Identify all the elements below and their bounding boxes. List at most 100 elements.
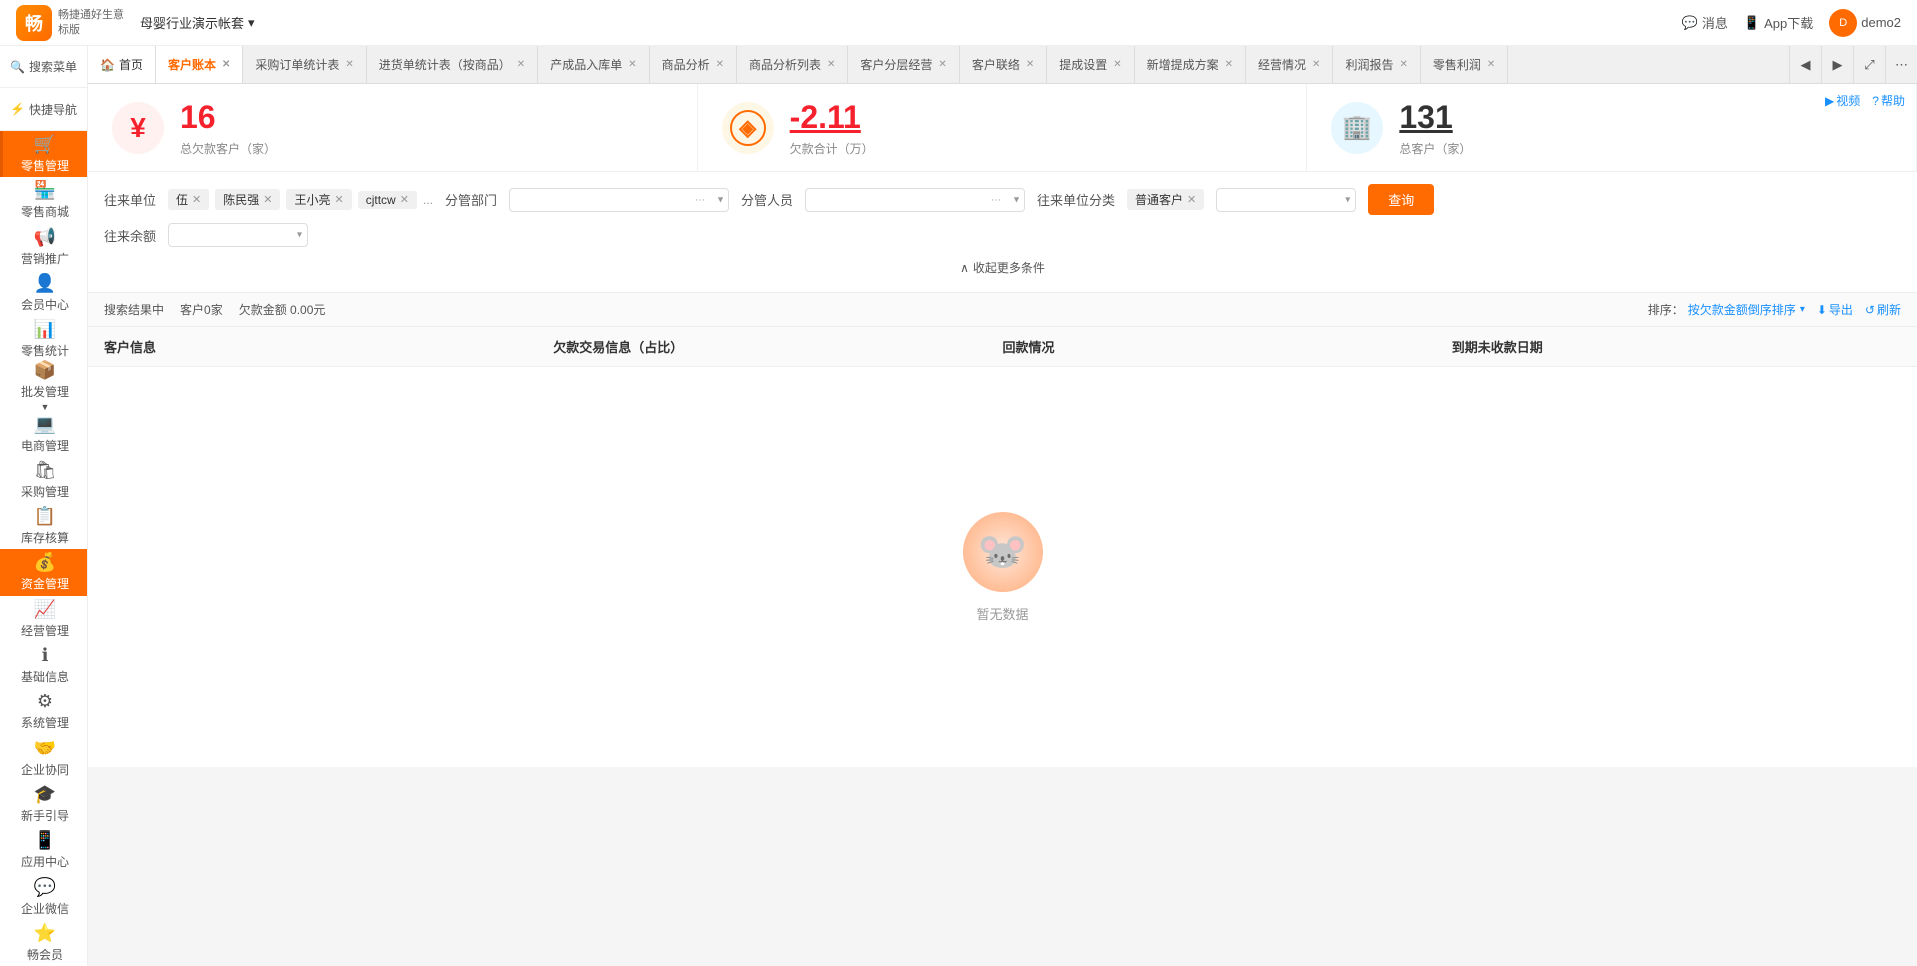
dept-select-wrap: ··· ▾ xyxy=(509,188,729,212)
tab-product-analysis-list-close[interactable]: ✕ xyxy=(827,59,835,70)
balance-select[interactable] xyxy=(168,223,308,247)
video-button[interactable]: ▶ 视频 xyxy=(1825,92,1860,109)
tab-profit-report-close[interactable]: ✕ xyxy=(1399,59,1407,70)
tab-purchase-order-label: 采购订单统计表 xyxy=(255,56,339,73)
sidebar-item-marketing[interactable]: 📢 营销推广 xyxy=(0,224,87,270)
export-button[interactable]: ⬇ 导出 xyxy=(1817,301,1853,318)
quick-nav[interactable]: ⚡ 快捷导航 xyxy=(0,88,87,130)
sidebar-item-new-guide[interactable]: 🎓 新手引导 xyxy=(0,781,87,827)
sidebar-item-label: 企业微信 xyxy=(21,900,69,917)
unit-tag-wu-text: 伍 xyxy=(176,191,188,208)
sidebar-item-enterprise-coop[interactable]: 🤝 企业协同 xyxy=(0,735,87,781)
col-repayment: 回款情况 xyxy=(1003,337,1452,356)
unit-more[interactable]: ... xyxy=(423,193,433,207)
sidebar-item-label: 应用中心 xyxy=(21,853,69,870)
unit-tag-wang-text: 王小亮 xyxy=(294,191,330,208)
unit-tag-wu-remove[interactable]: ✕ xyxy=(192,193,201,206)
sidebar-item-retail-store[interactable]: 🏪 零售商城 xyxy=(0,177,87,223)
user-menu[interactable]: D demo2 xyxy=(1829,9,1901,37)
tab-production-close[interactable]: ✕ xyxy=(628,59,636,70)
app-download-button[interactable]: 📱 App下载 xyxy=(1744,13,1813,32)
debt-icon-symbol: ¥ xyxy=(130,112,146,144)
sidebar-item-system[interactable]: ⚙ 系统管理 xyxy=(0,688,87,734)
tab-promotion-settings[interactable]: 提成设置 ✕ xyxy=(1047,46,1134,84)
filter-row-1: 往来单位 伍 ✕ 陈民强 ✕ 王小亮 ✕ cjttcw ✕ ... xyxy=(104,184,1901,215)
help-button[interactable]: ? 帮助 xyxy=(1872,92,1905,109)
tab-product-analysis-list[interactable]: 商品分析列表 ✕ xyxy=(737,46,848,84)
tab-maximize[interactable]: ⤢ xyxy=(1853,46,1885,84)
tab-customer-segment-close[interactable]: ✕ xyxy=(938,59,946,70)
tab-operation-status-close[interactable]: ✕ xyxy=(1312,59,1320,70)
video-icon: ▶ xyxy=(1825,94,1834,108)
tab-profit-report-label: 利润报告 xyxy=(1345,56,1393,73)
tab-more[interactable]: ⋯ xyxy=(1885,46,1917,84)
debt-total-icon-symbol: ◈ xyxy=(730,110,766,146)
sidebar-item-retail-mgmt[interactable]: 🛒 零售管理 xyxy=(0,131,87,177)
member-icon: 👤 xyxy=(34,273,56,294)
sidebar-item-inventory[interactable]: 📋 库存核算 xyxy=(0,503,87,549)
tab-home[interactable]: 🏠 首页 xyxy=(88,46,156,84)
tab-customer-capital-label: 客户账本 xyxy=(168,56,216,73)
tab-new-promotion-label: 新增提成方案 xyxy=(1147,56,1219,73)
sidebar-item-operations[interactable]: 📈 经营管理 xyxy=(0,596,87,642)
message-button[interactable]: 💬 消息 xyxy=(1682,13,1728,32)
tab-promotion-settings-close[interactable]: ✕ xyxy=(1113,59,1121,70)
tab-customer-segment[interactable]: 客户分层经营 ✕ xyxy=(848,46,959,84)
sidebar-item-vip[interactable]: ⭐ 畅会员 xyxy=(0,920,87,966)
sidebar-item-label: 电商管理 xyxy=(21,437,69,454)
sidebar-item-retail-stats[interactable]: 📊 零售统计 xyxy=(0,316,87,362)
main-content: ¥ 16 总欠款客户（家） ◈ -2.11 欠款合计（万） 🏢 1 xyxy=(88,84,1917,966)
category-select[interactable] xyxy=(1216,188,1356,212)
sidebar-item-app-center[interactable]: 📱 应用中心 xyxy=(0,827,87,873)
tab-customer-contact-close[interactable]: ✕ xyxy=(1026,59,1034,70)
stats-bar-actions: ▶ 视频 ? 帮助 xyxy=(1825,92,1905,109)
table-body: 🐭 暂无数据 xyxy=(88,367,1917,767)
tab-new-promotion[interactable]: 新增提成方案 ✕ xyxy=(1135,46,1246,84)
tab-scroll-left[interactable]: ◀ xyxy=(1789,46,1821,84)
tab-retail-profit-close[interactable]: ✕ xyxy=(1487,59,1495,70)
tab-product-analysis-close[interactable]: ✕ xyxy=(716,59,724,70)
tab-product-analysis[interactable]: 商品分析 ✕ xyxy=(650,46,737,84)
query-button[interactable]: 查询 xyxy=(1368,184,1434,215)
tab-inbound-stats-close[interactable]: ✕ xyxy=(517,59,525,70)
tab-customer-capital-close[interactable]: ✕ xyxy=(222,59,230,70)
sort-label: 排序： xyxy=(1648,301,1684,318)
tab-scroll-right[interactable]: ▶ xyxy=(1821,46,1853,84)
sidebar-item-member[interactable]: 👤 会员中心 xyxy=(0,270,87,316)
tab-purchase-order[interactable]: 采购订单统计表 ✕ xyxy=(243,46,366,84)
unit-tag-chen-text: 陈民强 xyxy=(223,191,259,208)
category-tag-remove[interactable]: ✕ xyxy=(1187,193,1196,206)
app-download-label: App下载 xyxy=(1764,13,1813,32)
refresh-button[interactable]: ↺ 刷新 xyxy=(1865,301,1901,318)
unit-tag-chen-remove[interactable]: ✕ xyxy=(263,193,272,206)
tab-profit-report[interactable]: 利润报告 ✕ xyxy=(1333,46,1420,84)
tab-production[interactable]: 产成品入库单 ✕ xyxy=(538,46,649,84)
tenant-selector[interactable]: 母婴行业演示帐套 ▾ xyxy=(132,9,263,36)
vip-icon: ⭐ xyxy=(34,923,56,944)
dept-label: 分管部门 xyxy=(445,190,497,209)
sidebar-item-purchase[interactable]: 🛍 采购管理 xyxy=(0,457,87,503)
sidebar-item-enterprise-wechat[interactable]: 💬 企业微信 xyxy=(0,873,87,919)
message-icon: 💬 xyxy=(1682,15,1698,31)
tab-customer-capital[interactable]: 客户账本 ✕ xyxy=(156,46,243,84)
tab-customer-contact[interactable]: 客户联络 ✕ xyxy=(960,46,1047,84)
search-icon: 🔍 xyxy=(10,60,25,74)
unit-tag-wang-remove[interactable]: ✕ xyxy=(335,193,344,206)
tab-new-promotion-close[interactable]: ✕ xyxy=(1225,59,1233,70)
collapse-button[interactable]: ∧ 收起更多条件 xyxy=(104,255,1901,280)
sidebar-item-batch-mgmt[interactable]: 📦 批发管理 ▼ xyxy=(0,362,87,410)
sort-value[interactable]: 按欠款金额倒序排序 xyxy=(1688,301,1796,318)
batch-mgmt-icon: 📦 xyxy=(34,360,56,381)
tab-retail-profit[interactable]: 零售利润 ✕ xyxy=(1421,46,1508,84)
unit-tag-cjttcw-remove[interactable]: ✕ xyxy=(400,193,409,206)
customers-icon: 🏢 xyxy=(1331,102,1383,154)
sidebar-item-ecommerce[interactable]: 💻 电商管理 xyxy=(0,410,87,456)
sidebar-search[interactable]: 🔍 搜索菜单 xyxy=(0,46,87,88)
sidebar-item-capital[interactable]: 💰 资金管理 xyxy=(0,549,87,595)
tab-inbound-stats[interactable]: 进货单统计表（按商品） ✕ xyxy=(367,46,538,84)
sidebar-item-label: 经营管理 xyxy=(21,622,69,639)
tab-operation-status[interactable]: 经营情况 ✕ xyxy=(1246,46,1333,84)
sidebar-item-basic-info[interactable]: ℹ 基础信息 xyxy=(0,642,87,688)
tab-purchase-order-close[interactable]: ✕ xyxy=(345,59,353,70)
stat-debt-total-text: -2.11 欠款合计（万） xyxy=(790,99,874,157)
